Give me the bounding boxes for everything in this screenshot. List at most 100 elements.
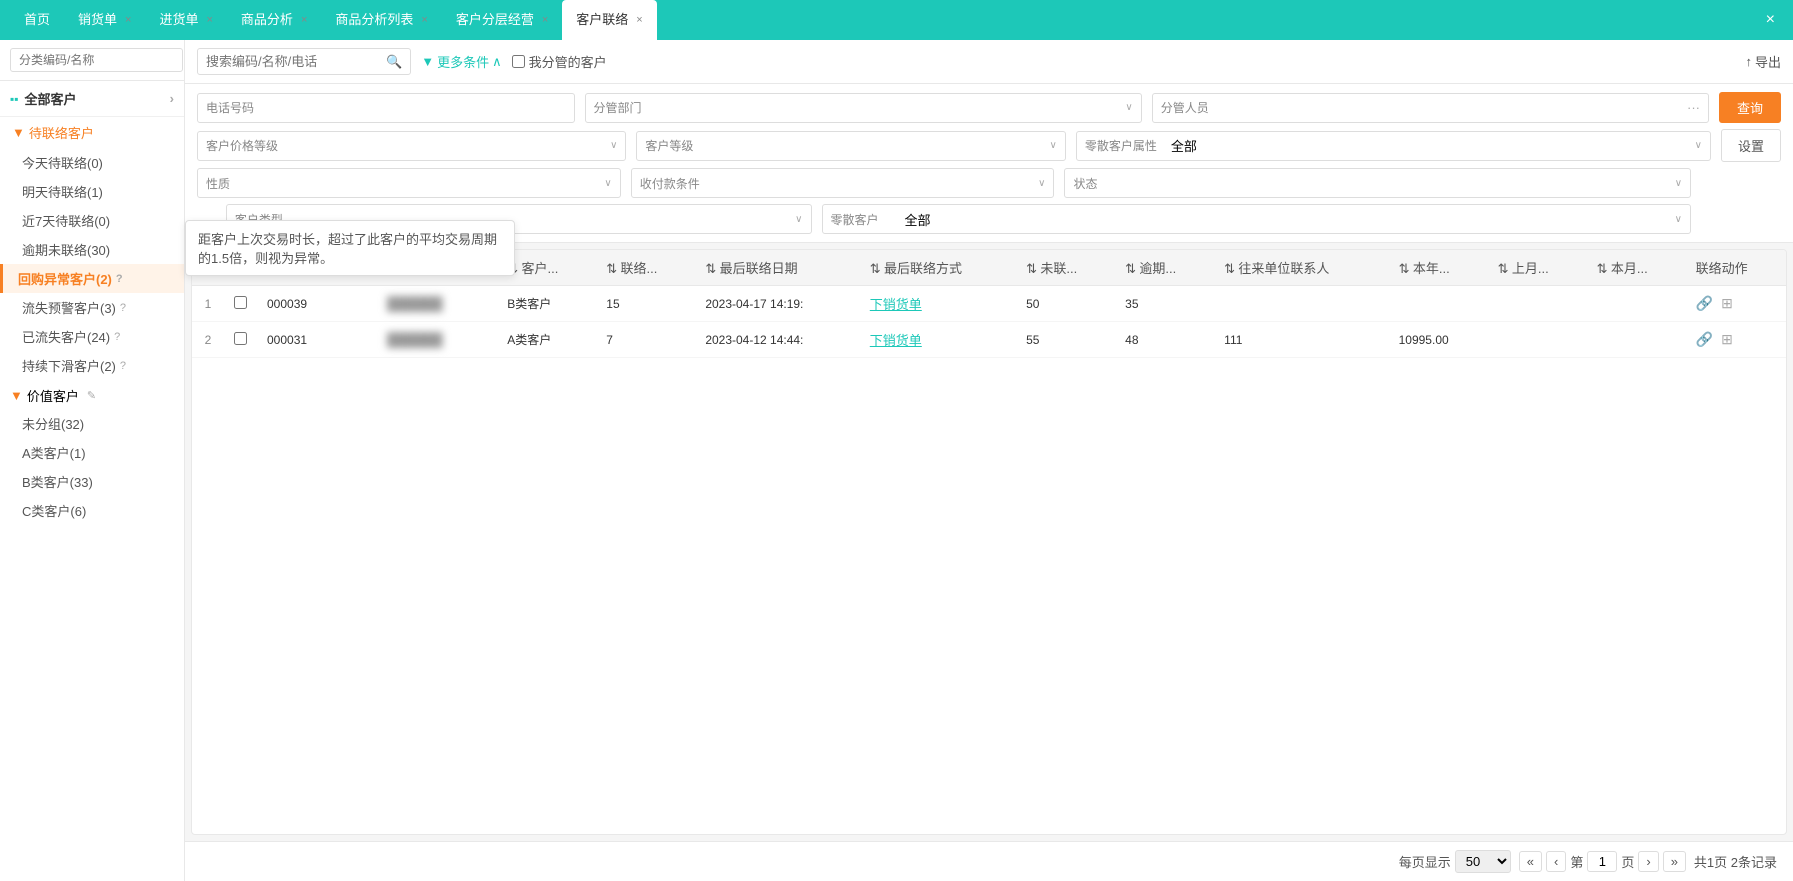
th-last-method-sort[interactable]: ⇅ [870,261,881,276]
filter-payment[interactable]: 收付款条件 ∨ [631,168,1055,198]
my-customers-checkbox-wrap[interactable]: 我分管的客户 [512,52,607,71]
row1-year-amount [1389,286,1488,322]
sidebar-item-today[interactable]: 今天待联络(0) [0,148,184,177]
filter-manager-dots[interactable]: ··· [1687,100,1700,115]
sidebar-item-repurchase-abnormal[interactable]: 回购异常客户(2) ? [0,264,184,293]
nav-purchase-close[interactable]: × [206,0,212,40]
sidebar-item-overdue[interactable]: 逾期未联络(30) [0,235,184,264]
nav-customer-segment-close[interactable]: × [542,0,548,40]
window-close-button[interactable]: × [1758,11,1783,29]
value-customer-edit-icon[interactable]: ✎ [87,389,96,402]
nav-product-list-close[interactable]: × [421,0,427,40]
nav-product-list[interactable]: 商品分析列表 × [321,0,441,40]
all-customers-label: 全部客户 [25,89,77,108]
nav-customer-segment[interactable]: 客户分层经营 × [442,0,562,40]
filter-phone-label: 电话号码 [206,99,266,116]
filter-icon: ▼ [421,54,434,69]
row2-select[interactable] [234,332,247,345]
nav-customer-contact[interactable]: 客户联络 × [562,0,656,40]
filter-customer-level[interactable]: 客户等级 ∨ [636,131,1065,161]
th-last-month-sort[interactable]: ⇅ [1498,261,1509,276]
sidebar-item-b-class[interactable]: B类客户(33) [0,467,184,496]
sidebar-item-a-class[interactable]: A类客户(1) [0,438,184,467]
next-page-button[interactable]: › [1638,851,1658,872]
filter-department[interactable]: 分管部门 ∨ [585,93,1142,123]
declining-info-icon: ? [120,360,126,372]
sidebar-collapse-icon[interactable]: › [170,91,174,106]
row2-overdue: 48 [1115,322,1214,358]
main-search-icon[interactable]: 🔍 [386,54,402,70]
filter-nature[interactable]: 性质 ∨ [197,168,621,198]
row2-checkbox[interactable] [224,322,257,358]
row1-checkbox[interactable] [224,286,257,322]
nav-sales[interactable]: 销货单 × [64,0,145,40]
filter-manager[interactable]: 分管人员 ··· [1152,93,1709,123]
more-conditions-label: 更多条件 [437,52,489,71]
nav-home[interactable]: 首页 [10,0,64,40]
filter-price-level[interactable]: 客户价格等级 ∨ [197,131,626,161]
settings-button[interactable]: 设置 [1721,129,1781,162]
sidebar-item-churn-warning[interactable]: 流失预警客户(3) ? [0,293,184,322]
row1-last-method[interactable]: 下销货单 [860,286,1016,322]
nav-product-analysis[interactable]: 商品分析 × [227,0,321,40]
nav-product-analysis-close[interactable]: × [301,0,307,40]
row1-name: ██████ [377,286,497,322]
th-contact-sort[interactable]: ⇅ [606,261,617,276]
nav-sales-label: 销货单 [78,0,117,40]
row1-link-icon[interactable]: 🔗 [1696,295,1713,312]
row1-method-link[interactable]: 下销货单 [870,297,922,312]
sidebar-item-7days[interactable]: 近7天待联络(0) [0,206,184,235]
filter-status-label: 状态 [1073,175,1133,192]
repurchase-abnormal-item-wrap: 回购异常客户(2) ? [0,264,184,293]
filter-row-1: 电话号码 分管部门 ∨ 分管人员 ··· 查询 [197,92,1781,123]
table-row: 1 000039 ██████ B类客户 15 2023-04-17 14:19… [192,286,1786,322]
row2-link-icon[interactable]: 🔗 [1696,331,1713,348]
sidebar-search-input[interactable] [10,48,183,72]
prev-page-button[interactable]: ‹ [1546,851,1566,872]
export-button[interactable]: ↑ 导出 [1745,52,1781,71]
row2-method-link[interactable]: 下销货单 [870,333,922,348]
nav-sales-close[interactable]: × [125,0,131,40]
filter-phone[interactable]: 电话号码 [197,93,575,123]
retail-customer-dropdown-icon: ∨ [1675,214,1682,225]
row1-select[interactable] [234,296,247,309]
main-search-input[interactable] [206,49,386,74]
th-year-amount-sort[interactable]: ⇅ [1399,261,1410,276]
th-contact-person: ⇅ 往来单位联系人 [1214,250,1388,286]
page-number-input[interactable] [1587,851,1617,872]
sidebar-item-unclassified[interactable]: 未分组(32) [0,409,184,438]
sidebar-item-tomorrow[interactable]: 明天待联络(1) [0,177,184,206]
sidebar-pending-contact-group[interactable]: ▼ 待联络客户 [0,117,184,148]
filter-status[interactable]: 状态 ∨ [1064,168,1691,198]
filter-department-label: 分管部门 [594,99,654,116]
query-button[interactable]: 查询 [1719,92,1781,123]
nav-purchase[interactable]: 进货单 × [145,0,226,40]
filter-retail-attr[interactable]: 零散客户属性 全部 ∨ [1076,131,1711,161]
filter-retail-customer[interactable]: 零散客户 全部 ∨ [822,204,1692,234]
sidebar: 🔍 ▪▪ 全部客户 › ▼ 待联络客户 今天待联络(0) 明天待联络(1) 近7… [0,40,185,881]
th-overdue-sort[interactable]: ⇅ [1125,261,1136,276]
per-page-label: 每页显示 [1399,852,1451,871]
sidebar-item-lost-customers[interactable]: 已流失客户(24) ? [0,322,184,351]
sidebar-item-declining[interactable]: 持续下滑客户(2) ? [0,351,184,380]
sidebar-all-customers-title: ▪▪ 全部客户 › [0,81,184,117]
row1-num: 1 [192,286,224,322]
th-last-date-sort[interactable]: ⇅ [705,261,716,276]
per-page-select[interactable]: 50 100 200 [1455,850,1511,873]
my-customers-checkbox[interactable] [512,55,525,68]
nav-customer-contact-close[interactable]: × [636,0,642,40]
row1-grid-icon[interactable]: ⊞ [1721,295,1733,312]
last-page-button[interactable]: » [1663,851,1686,872]
th-uncontacted-sort[interactable]: ⇅ [1026,261,1037,276]
export-label: 导出 [1755,52,1781,71]
th-contact-person-sort[interactable]: ⇅ [1224,261,1235,276]
sidebar-item-c-class[interactable]: C类客户(6) [0,496,184,525]
repurchase-abnormal-info-icon[interactable]: ? [116,273,123,285]
row1-uncontacted: 50 [1016,286,1115,322]
first-page-button[interactable]: « [1519,851,1542,872]
th-this-month-sort[interactable]: ⇅ [1597,261,1608,276]
total-records-label: 共1页 2条记录 [1694,852,1777,871]
more-conditions-btn[interactable]: ▼ 更多条件 ∧ [421,52,501,71]
row2-grid-icon[interactable]: ⊞ [1721,331,1733,348]
row2-last-method[interactable]: 下销货单 [860,322,1016,358]
